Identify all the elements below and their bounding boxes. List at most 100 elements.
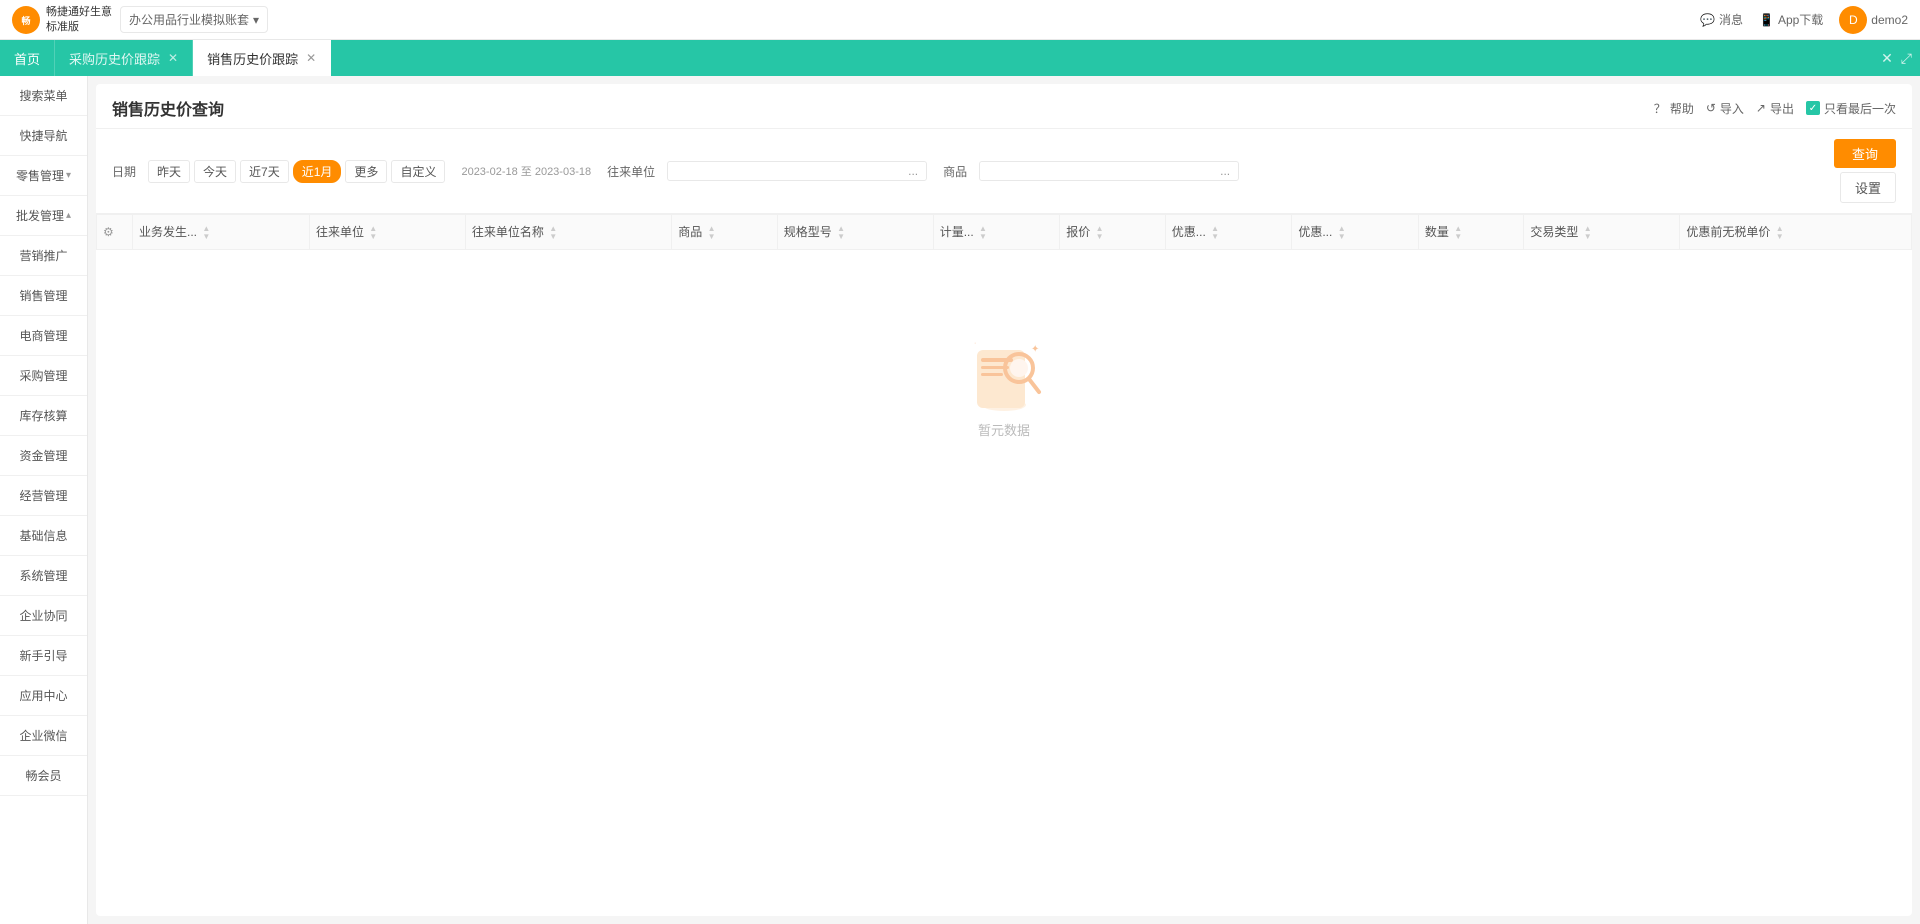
sidebar-guide-label: 新手引导 [19, 647, 67, 664]
settings-icon[interactable]: ⚙ [103, 225, 114, 239]
tab-sales-close[interactable]: ✕ [306, 51, 316, 65]
top-header: 畅 畅捷通好生意 标准版 办公用品行业模拟账套 ▾ 💬 消息 📱 App下载 D… [0, 0, 1920, 40]
partner-input[interactable] [676, 164, 908, 178]
import-button[interactable]: ↺ 导入 [1706, 100, 1744, 117]
sort-arrows[interactable]: ▲▼ [369, 225, 377, 241]
date-btn-yesterday[interactable]: 昨天 [148, 160, 190, 183]
date-btn-more[interactable]: 更多 [345, 160, 387, 183]
app-download-action[interactable]: 📱 App下载 [1759, 11, 1823, 28]
sidebar-enterprise-label: 企业协同 [19, 607, 67, 624]
sidebar-item-app-center[interactable]: 应用中心 [0, 676, 87, 716]
sidebar-marketing-label: 营销推广 [19, 247, 67, 264]
avatar: D [1839, 6, 1867, 34]
sort-arrows[interactable]: ▲▼ [1454, 225, 1462, 241]
sidebar-item-ecommerce[interactable]: 电商管理 [0, 316, 87, 356]
sidebar-item-member[interactable]: 畅会员 [0, 756, 87, 796]
filter-buttons: 查询 设置 [1834, 139, 1896, 203]
sidebar-item-wechat[interactable]: 企业微信 [0, 716, 87, 756]
sidebar-item-wholesale[interactable]: 批发管理 ▴ [0, 196, 87, 236]
goods-ellipsis[interactable]: ... [1220, 164, 1230, 178]
sidebar-item-system[interactable]: 系统管理 [0, 556, 87, 596]
mobile-icon: 📱 [1759, 13, 1774, 27]
sort-arrows[interactable]: ▲▼ [1211, 225, 1219, 241]
goods-input-wrap: ... [979, 161, 1239, 181]
sort-arrows[interactable]: ▲▼ [1584, 225, 1592, 241]
sidebar-sales-label: 销售管理 [19, 287, 67, 304]
sidebar-item-retail[interactable]: 零售管理 ▾ [0, 156, 87, 196]
date-btn-1month[interactable]: 近1月 [293, 160, 342, 183]
sidebar-basic-label: 基础信息 [19, 527, 67, 544]
sort-arrows[interactable]: ▲▼ [202, 225, 210, 241]
sidebar: 搜索菜单 快捷导航 零售管理 ▾ 批发管理 ▴ 营销推广 销售管理 电商管理 采… [0, 76, 88, 924]
last-only-label: 只看最后一次 [1824, 100, 1896, 117]
sidebar-ecommerce-label: 电商管理 [19, 327, 67, 344]
table-area: ⚙ 业务发生... ▲▼ 往来单位 ▲▼ 往来单位名称 [96, 214, 1912, 916]
empty-illustration: ✦ · [959, 330, 1049, 420]
query-button[interactable]: 查询 [1834, 139, 1896, 168]
date-btn-7days[interactable]: 近7天 [240, 160, 289, 183]
sidebar-item-operations[interactable]: 经营管理 [0, 476, 87, 516]
date-btn-today[interactable]: 今天 [194, 160, 236, 183]
partner-input-wrap: ... [667, 161, 927, 181]
export-button[interactable]: ↗ 导出 [1756, 100, 1794, 117]
app-selector-label: 办公用品行业模拟账套 [129, 11, 249, 28]
sidebar-item-basic-info[interactable]: 基础信息 [0, 516, 87, 556]
sidebar-shortcut-label: 快捷导航 [19, 127, 67, 144]
sidebar-item-purchase[interactable]: 采购管理 [0, 356, 87, 396]
last-only-checkbox[interactable]: ✓ 只看最后一次 [1806, 100, 1896, 117]
message-action[interactable]: 💬 消息 [1700, 11, 1743, 28]
help-button[interactable]: ？ 帮助 [1654, 100, 1694, 117]
partner-ellipsis[interactable]: ... [908, 164, 918, 178]
sort-arrows[interactable]: ▲▼ [1338, 225, 1346, 241]
col-discount1: 优惠... ▲▼ [1165, 215, 1292, 250]
col-qty: 数量 ▲▼ [1418, 215, 1524, 250]
tab-purchase-close[interactable]: ✕ [168, 51, 178, 65]
sidebar-item-shortcut[interactable]: 快捷导航 [0, 116, 87, 156]
col-trade-type: 交易类型 ▲▼ [1524, 215, 1680, 250]
setting-button[interactable]: 设置 [1840, 172, 1896, 203]
goods-input[interactable] [988, 164, 1220, 178]
tab-expand-icon[interactable]: ⤢ [1901, 50, 1912, 67]
goods-filter-row: 商品 ... [943, 161, 1239, 181]
sidebar-wechat-label: 企业微信 [19, 727, 67, 744]
sidebar-item-marketing[interactable]: 营销推广 [0, 236, 87, 276]
tab-home-label: 首页 [14, 49, 40, 68]
date-btn-custom[interactable]: 自定义 [391, 160, 445, 183]
logo-icon: 畅 [12, 6, 40, 34]
sort-arrows[interactable]: ▲▼ [1776, 225, 1784, 241]
sidebar-item-search[interactable]: 搜索菜单 [0, 76, 87, 116]
tab-sales[interactable]: 销售历史价跟踪 ✕ [193, 40, 331, 76]
sidebar-system-label: 系统管理 [19, 567, 67, 584]
data-table: ⚙ 业务发生... ▲▼ 往来单位 ▲▼ 往来单位名称 [96, 214, 1912, 250]
tab-close-all-icon[interactable]: ✕ [1881, 50, 1893, 67]
sort-arrows[interactable]: ▲▼ [708, 225, 716, 241]
col-biz-date: 业务发生... ▲▼ [133, 215, 310, 250]
sidebar-operations-label: 经营管理 [19, 487, 67, 504]
sort-arrows[interactable]: ▲▼ [979, 225, 987, 241]
sort-arrows[interactable]: ▲▼ [549, 225, 557, 241]
page-header: 销售历史价查询 ？ 帮助 ↺ 导入 ↗ 导出 ✓ [96, 84, 1912, 129]
message-label: 消息 [1719, 11, 1743, 28]
sidebar-member-label: 畅会员 [25, 767, 61, 784]
sidebar-wholesale-label: 批发管理 [16, 207, 64, 224]
chevron-down-icon: ▾ [253, 13, 259, 27]
date-filter-row: 日期 昨天 今天 近7天 近1月 更多 自定义 2023-02-18 至 202… [112, 160, 591, 183]
user-action[interactable]: D demo2 [1839, 6, 1908, 34]
sidebar-item-finance[interactable]: 资金管理 [0, 436, 87, 476]
empty-text: 暂元数据 [978, 420, 1030, 439]
col-unit: 计量... ▲▼ [933, 215, 1060, 250]
header-left: 畅 畅捷通好生意 标准版 办公用品行业模拟账套 ▾ [12, 5, 268, 34]
sidebar-item-guide[interactable]: 新手引导 [0, 636, 87, 676]
svg-text:✦: ✦ [1031, 344, 1039, 355]
tab-home[interactable]: 首页 [0, 40, 55, 76]
app-download-label: App下载 [1778, 11, 1823, 28]
checkbox-icon: ✓ [1806, 101, 1820, 115]
sort-arrows[interactable]: ▲▼ [1096, 225, 1104, 241]
sidebar-item-enterprise[interactable]: 企业协同 [0, 596, 87, 636]
tab-purchase[interactable]: 采购历史价跟踪 ✕ [55, 40, 193, 76]
message-icon: 💬 [1700, 13, 1715, 27]
sidebar-item-inventory[interactable]: 库存核算 [0, 396, 87, 436]
sidebar-item-sales-mgmt[interactable]: 销售管理 [0, 276, 87, 316]
app-selector[interactable]: 办公用品行业模拟账套 ▾ [120, 6, 268, 33]
sort-arrows[interactable]: ▲▼ [837, 225, 845, 241]
